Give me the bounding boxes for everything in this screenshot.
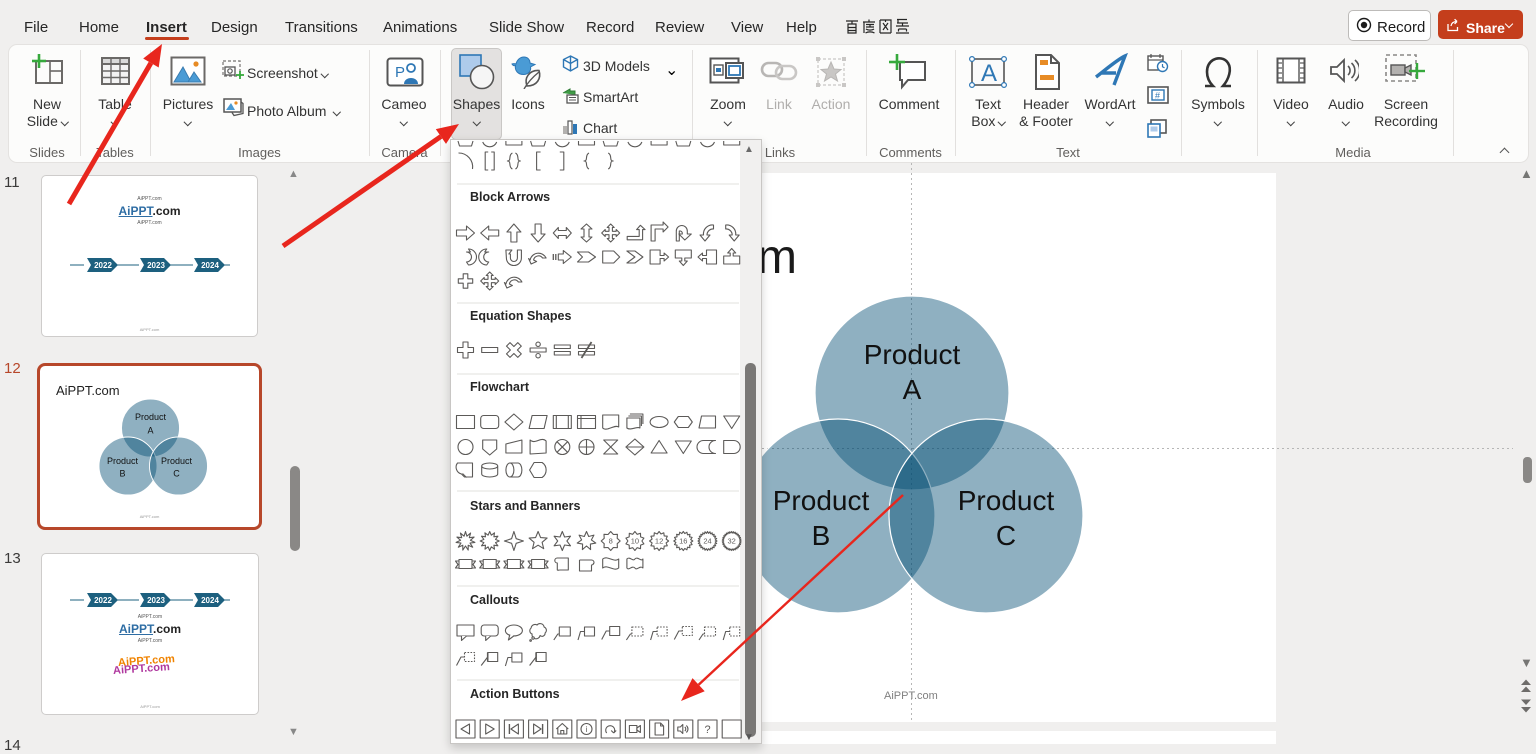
svg-text:i: i [586, 725, 588, 734]
svg-text:2023: 2023 [147, 596, 165, 605]
svg-text:16: 16 [679, 537, 687, 546]
svg-text:C: C [173, 469, 180, 479]
svg-text:#: # [1155, 91, 1160, 101]
svg-text:A: A [981, 60, 997, 87]
svg-text:2023: 2023 [147, 261, 165, 270]
svg-text:Product: Product [135, 412, 167, 422]
svg-text:Product: Product [161, 456, 193, 466]
svg-text:2024: 2024 [201, 261, 219, 270]
svg-text:12: 12 [655, 537, 663, 546]
svg-text:A: A [147, 426, 153, 436]
svg-text:10: 10 [631, 537, 639, 546]
svg-text:2024: 2024 [201, 596, 219, 605]
svg-text:24: 24 [703, 537, 711, 546]
svg-text:P: P [395, 64, 405, 81]
svg-text:?: ? [704, 724, 710, 736]
svg-text:Product: Product [107, 456, 139, 466]
svg-text:2022: 2022 [94, 596, 112, 605]
svg-text:32: 32 [728, 537, 736, 546]
svg-text:2022: 2022 [94, 261, 112, 270]
svg-text:B: B [119, 469, 125, 479]
svg-text:8: 8 [609, 537, 613, 546]
